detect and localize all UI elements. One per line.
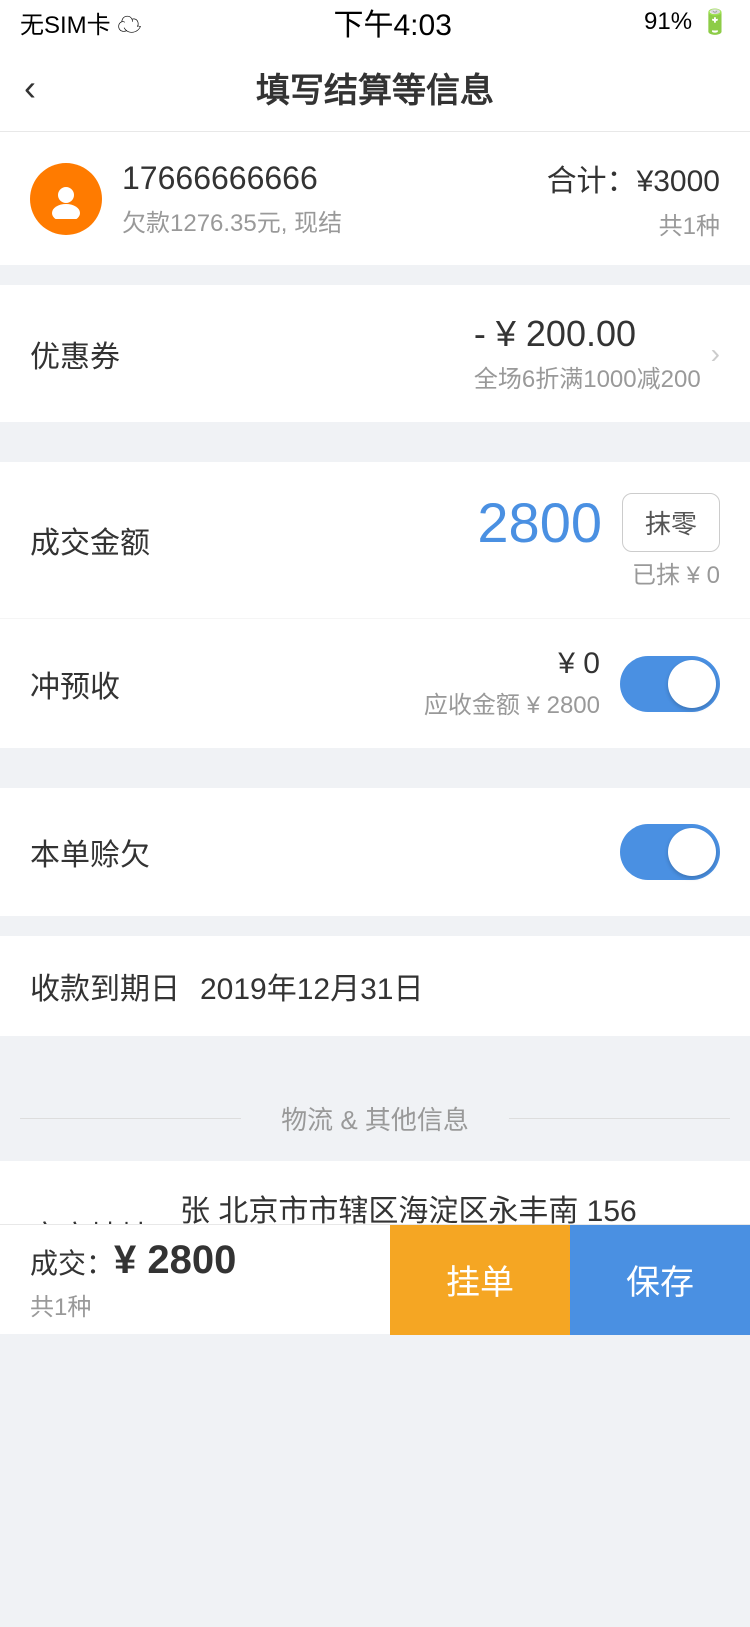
user-count: 共1种 — [547, 206, 720, 241]
user-details: 17666666666 欠款1276.35元, 现结 — [122, 160, 342, 238]
battery-icon: 🔋 — [700, 8, 730, 37]
user-total-info: 合计：¥3000 共1种 — [547, 156, 720, 241]
prepayment-sub: 应收金额 ¥ 2800 — [424, 685, 600, 720]
nav-bar: ‹ 填写结算等信息 — [0, 44, 750, 132]
round-down-button[interactable]: 抹零 — [622, 493, 720, 552]
bottom-deal-label: 成交： — [30, 1248, 114, 1279]
due-date-label: 收款到期日 — [30, 964, 180, 1008]
coupon-description: 全场6折满1000减200 — [474, 359, 701, 394]
user-total: 合计：¥3000 — [547, 156, 720, 200]
bottom-summary: 成交：¥ 2800 共1种 — [0, 1238, 390, 1322]
deal-amount-sub: 已抹 ¥ 0 — [477, 555, 720, 590]
debt-toggle-knob — [668, 828, 716, 876]
coupon-right: - ¥ 200.00 全场6折满1000减200 › — [474, 313, 720, 394]
user-info-left: 17666666666 欠款1276.35元, 现结 — [30, 160, 342, 238]
back-button[interactable]: ‹ — [24, 67, 36, 109]
sim-status: 无SIM卡 ☁ — [20, 5, 141, 40]
total-amount: ¥3000 — [637, 165, 720, 198]
empty-area — [0, 1307, 750, 1507]
deal-amount-section: 成交金额 2800 抹零 已抹 ¥ 0 冲预收 ¥ 0 应收金额 ¥ 2800 — [0, 462, 750, 748]
section-divider-1 — [0, 442, 750, 462]
section-divider-4 — [0, 1056, 750, 1076]
prepayment-label: 冲预收 — [30, 662, 120, 706]
coupon-amount: - ¥ 200.00 — [474, 313, 701, 355]
deal-amount-value: 2800 — [477, 490, 602, 555]
due-date-row: 收款到期日 2019年12月31日 — [0, 936, 750, 1036]
prepayment-info: ¥ 0 应收金额 ¥ 2800 — [424, 647, 600, 720]
deal-amount-right-area: 2800 抹零 已抹 ¥ 0 — [477, 490, 720, 590]
section-divider-2 — [0, 768, 750, 788]
battery-status: 91% — [644, 8, 692, 36]
prepayment-right: ¥ 0 应收金额 ¥ 2800 — [424, 647, 720, 720]
main-content: 17666666666 欠款1276.35元, 现结 合计：¥3000 共1种 … — [0, 132, 750, 1627]
bottom-deal-amount: ¥ 2800 — [114, 1238, 236, 1282]
section-divider-3 — [0, 916, 750, 936]
debt-toggle[interactable] — [620, 824, 720, 880]
divider-line-left — [20, 1118, 241, 1119]
debt-row: 本单赊欠 — [0, 788, 750, 916]
prepayment-amount: ¥ 0 — [424, 647, 600, 681]
divider-line-right — [509, 1118, 730, 1119]
coupon-label: 优惠券 — [30, 332, 120, 376]
bottom-deal-line: 成交：¥ 2800 — [30, 1238, 360, 1283]
save-button[interactable]: 保存 — [570, 1225, 750, 1335]
logistics-divider-text: 物流 & 其他信息 — [281, 1100, 469, 1137]
due-date-value: 2019年12月31日 — [200, 964, 423, 1008]
toggle-knob — [668, 660, 716, 708]
page-title: 填写结算等信息 — [256, 63, 494, 112]
debt-label: 本单赊欠 — [30, 830, 150, 874]
user-sub-text: 欠款1276.35元, 现结 — [122, 203, 342, 238]
status-bar-time: 下午4:03 — [334, 0, 452, 44]
avatar — [30, 163, 102, 235]
chevron-right-icon: › — [711, 338, 720, 370]
user-card: 17666666666 欠款1276.35元, 现结 合计：¥3000 共1种 — [0, 132, 750, 265]
status-bar-right: 91% 🔋 — [644, 8, 730, 37]
bottom-count: 共1种 — [30, 1287, 360, 1322]
status-bar: 无SIM卡 ☁ 下午4:03 91% 🔋 — [0, 0, 750, 44]
deal-amount-label: 成交金额 — [30, 518, 150, 562]
status-bar-left: 无SIM卡 ☁ — [20, 5, 141, 40]
deal-amount-controls: 2800 抹零 — [477, 490, 720, 555]
total-label: 合计： — [547, 165, 637, 198]
logistics-divider: 物流 & 其他信息 — [0, 1076, 750, 1161]
coupon-info: - ¥ 200.00 全场6折满1000减200 — [474, 313, 701, 394]
coupon-row[interactable]: 优惠券 - ¥ 200.00 全场6折满1000减200 › — [0, 285, 750, 422]
user-phone: 17666666666 — [122, 160, 342, 197]
bottom-bar: 成交：¥ 2800 共1种 挂单 保存 — [0, 1224, 750, 1334]
prepayment-toggle[interactable] — [620, 656, 720, 712]
prepayment-row: 冲预收 ¥ 0 应收金额 ¥ 2800 — [0, 619, 750, 748]
pending-button[interactable]: 挂单 — [390, 1225, 570, 1335]
deal-amount-row: 成交金额 2800 抹零 已抹 ¥ 0 — [0, 462, 750, 619]
